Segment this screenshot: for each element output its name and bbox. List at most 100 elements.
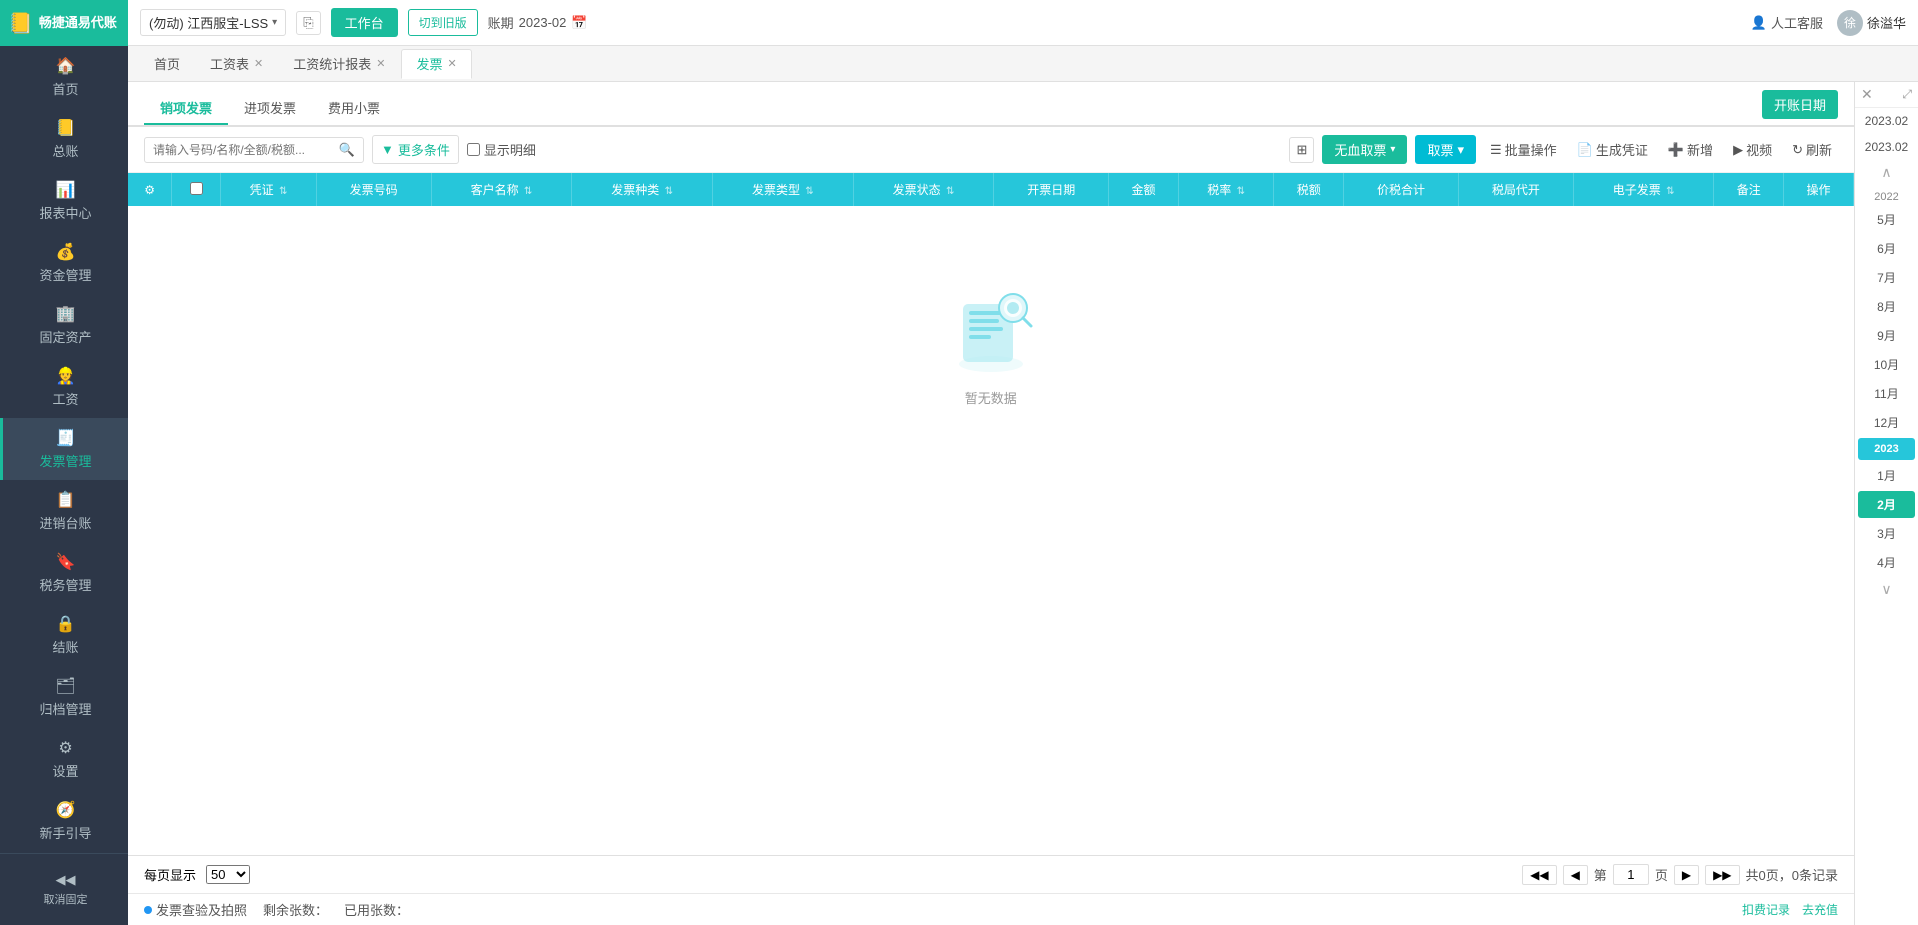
company-selector[interactable]: (勿动) 江西服宝-LSS ▾ (140, 9, 286, 36)
recent-period-2[interactable]: 2023.02 (1858, 135, 1915, 159)
video-button[interactable]: ▶ 视频 (1727, 136, 1778, 163)
sidebar-item-closing[interactable]: 🔒 结账 (0, 604, 128, 666)
per-page-select[interactable]: 50 10 20 100 (206, 865, 250, 884)
tab-payroll-report-close[interactable]: ✕ (376, 57, 385, 70)
check-badge: 发票查验及拍照 (144, 900, 247, 919)
bulk-op-button[interactable]: ☰ 批量操作 (1484, 136, 1563, 163)
sidebar-item-reports[interactable]: 📊 报表中心 (0, 170, 128, 232)
right-panel-close[interactable]: ✕ (1861, 86, 1873, 103)
customer-sort-icon: ⇅ (524, 186, 532, 197)
month-2023-04[interactable]: 4月 (1858, 549, 1915, 576)
sidebar-item-payroll[interactable]: 👷 工资 (0, 356, 128, 418)
check-label: 发票查验及拍照 (156, 900, 247, 919)
col-invoice-type2[interactable]: 发票类型 ⇅ (712, 173, 853, 206)
tab-invoice[interactable]: 发票 ✕ (401, 49, 471, 79)
no-match-button[interactable]: 无血取票 ▾ (1322, 135, 1407, 164)
empty-state: 暂无数据 (128, 206, 1854, 487)
col-invoice-type1[interactable]: 发票种类 ⇅ (572, 173, 713, 206)
deduction-record-link[interactable]: 扣费记录 (1742, 901, 1790, 918)
generate-voucher-button[interactable]: 📄 生成凭证 (1571, 136, 1654, 163)
next-page-btn[interactable]: ▶ (1674, 865, 1699, 885)
col-actions[interactable]: 操作 (1784, 173, 1854, 206)
tab-payroll[interactable]: 工资表 ✕ (196, 49, 277, 79)
col-customer[interactable]: 客户名称 ⇅ (431, 173, 572, 206)
sub-tab-expense[interactable]: 费用小票 (312, 92, 396, 125)
refresh-button[interactable]: ↻ 刷新 (1786, 136, 1838, 163)
tab-payroll-close[interactable]: ✕ (254, 57, 263, 70)
select-all-checkbox[interactable] (190, 182, 203, 195)
filter-button[interactable]: ▼ 更多条件 (372, 135, 459, 164)
col-tax[interactable]: 税额 (1274, 173, 1344, 206)
page-input[interactable] (1613, 864, 1649, 885)
month-2022-12[interactable]: 12月 (1858, 409, 1915, 436)
recent-period-1[interactable]: 2023.02 (1858, 109, 1915, 133)
month-2022-06[interactable]: 6月 (1858, 235, 1915, 262)
tab-invoice-close[interactable]: ✕ (448, 57, 457, 70)
user-button[interactable]: 徐 徐溢华 (1837, 10, 1906, 36)
open-period-button[interactable]: 开账日期 (1762, 90, 1838, 119)
grid-settings-button[interactable]: ⊞ (1289, 137, 1314, 163)
sidebar-item-sales-ledger[interactable]: 📋 进销台账 (0, 480, 128, 542)
collapse-icon: ◀◀ (56, 872, 76, 888)
col-tax-rate[interactable]: 税率 ⇅ (1178, 173, 1274, 206)
col-e-invoice[interactable]: 电子发票 ⇅ (1573, 173, 1714, 206)
month-2022-09[interactable]: 9月 (1858, 322, 1915, 349)
period-label: 账期 (488, 13, 514, 32)
sidebar-item-fixed-assets[interactable]: 🏢 固定资产 (0, 294, 128, 356)
sidebar-item-guide[interactable]: 🧭 新手引导 (0, 790, 128, 852)
fetch-button[interactable]: 取票 ▾ (1415, 135, 1476, 164)
col-date[interactable]: 开票日期 (994, 173, 1109, 206)
col-settings[interactable]: ⚙ (128, 173, 172, 206)
col-voucher[interactable]: 凭证 ⇅ (221, 173, 317, 206)
show-detail-label: 显示明细 (484, 140, 536, 159)
month-2022-10[interactable]: 10月 (1858, 351, 1915, 378)
col-checkbox[interactable] (172, 173, 221, 206)
sub-tab-sales[interactable]: 销项发票 (144, 92, 228, 125)
scroll-up[interactable]: ∧ (1855, 160, 1918, 185)
recharge-link[interactable]: 去充值 (1802, 901, 1838, 918)
search-input[interactable] (153, 143, 339, 157)
month-2023-03[interactable]: 3月 (1858, 520, 1915, 547)
month-2022-05[interactable]: 5月 (1858, 206, 1915, 233)
sidebar-item-settings[interactable]: ⚙ 设置 (0, 728, 128, 790)
show-detail-checkbox-wrap[interactable]: 显示明细 (467, 140, 536, 159)
tab-payroll-report[interactable]: 工资统计报表 ✕ (279, 49, 399, 79)
col-invoice-no[interactable]: 发票号码 (316, 173, 431, 206)
sidebar-item-tax[interactable]: 🔖 税务管理 (0, 542, 128, 604)
col-remarks[interactable]: 备注 (1714, 173, 1784, 206)
month-2022-11[interactable]: 11月 (1858, 380, 1915, 407)
col-status[interactable]: 发票状态 ⇅ (853, 173, 994, 206)
col-tax-bureau[interactable]: 税局代开 (1458, 173, 1573, 206)
scroll-down[interactable]: ∨ (1855, 577, 1918, 602)
sidebar-item-archive[interactable]: 🗂 归档管理 (0, 666, 128, 728)
switch-old-button[interactable]: 切到旧版 (408, 9, 478, 36)
month-2023-01[interactable]: 1月 (1858, 462, 1915, 489)
month-2023-02[interactable]: 2月 (1858, 491, 1915, 518)
prev-page-btn[interactable]: ◀ (1563, 865, 1588, 885)
last-page-btn[interactable]: ▶▶ (1705, 865, 1739, 885)
month-2022-08[interactable]: 8月 (1858, 293, 1915, 320)
status-sort-icon: ⇅ (946, 186, 954, 197)
sidebar-item-home[interactable]: 🏠 首页 (0, 46, 128, 108)
sub-tabs-right: 开账日期 (1762, 90, 1838, 125)
col-total[interactable]: 价税合计 (1344, 173, 1459, 206)
service-button[interactable]: 👤 人工客服 (1751, 13, 1823, 32)
new-button[interactable]: ➕ 新增 (1662, 136, 1719, 163)
sidebar-item-ledger[interactable]: 📒 总账 (0, 108, 128, 170)
workbench-button[interactable]: 工作台 (331, 8, 398, 37)
show-detail-checkbox[interactable] (467, 143, 480, 156)
payroll-icon: 👷 (56, 366, 76, 386)
main-content: (勿动) 江西服宝-LSS ▾ ⎘ 工作台 切到旧版 账期 2023-02 📅 … (128, 0, 1918, 925)
dot-blue (144, 906, 152, 914)
sidebar-item-funds[interactable]: 💰 资金管理 (0, 232, 128, 294)
sidebar-collapse[interactable]: ◀◀ 取消固定 (4, 862, 124, 917)
right-panel-expand[interactable]: ⤢ (1902, 87, 1912, 102)
tax-icon: 🔖 (56, 552, 76, 572)
month-2022-07[interactable]: 7月 (1858, 264, 1915, 291)
sub-tab-purchase[interactable]: 进项发票 (228, 92, 312, 125)
sidebar-item-invoice[interactable]: 🧾 发票管理 (0, 418, 128, 480)
col-amount[interactable]: 金额 (1109, 173, 1179, 206)
first-page-btn[interactable]: ◀◀ (1522, 865, 1556, 885)
copy-button[interactable]: ⎘ (296, 11, 320, 35)
tab-home[interactable]: 首页 (140, 49, 194, 79)
